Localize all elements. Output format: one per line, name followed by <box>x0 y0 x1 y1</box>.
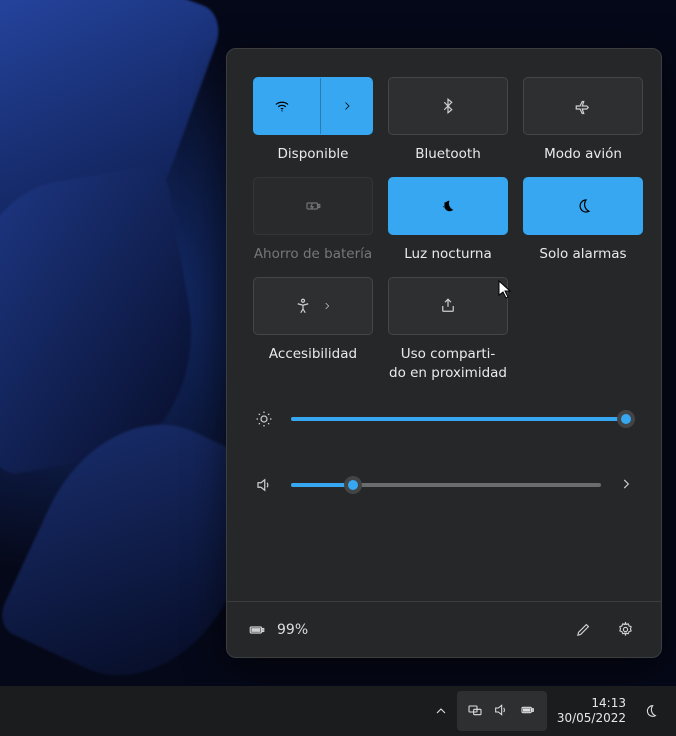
bluetooth-label: Bluetooth <box>415 145 481 163</box>
quick-settings-grid: Disponible Bluetooth Modo avión <box>227 49 661 392</box>
wifi-tile[interactable] <box>253 77 373 135</box>
accessibility-tile[interactable] <box>253 277 373 335</box>
airplane-label: Modo avión <box>544 145 622 163</box>
moon-icon <box>574 197 592 215</box>
tray-overflow-button[interactable] <box>427 691 455 731</box>
nearby-share-label: Uso comparti- do en proximidad <box>389 345 507 381</box>
battery-saver-label: Ahorro de batería <box>254 245 372 263</box>
taskbar-date: 30/05/2022 <box>557 711 626 726</box>
accessibility-icon <box>294 297 312 315</box>
chevron-right-icon[interactable] <box>341 97 353 115</box>
system-tray: 14:13 30/05/2022 <box>427 691 664 731</box>
chevron-right-icon[interactable] <box>322 297 332 315</box>
volume-tray-icon <box>493 702 509 721</box>
battery-saver-icon <box>304 197 322 215</box>
tray-status-group[interactable] <box>457 691 547 731</box>
battery-saver-tile <box>253 177 373 235</box>
airplane-tile[interactable] <box>523 77 643 135</box>
share-icon <box>439 297 457 315</box>
bluetooth-icon <box>439 97 457 115</box>
night-light-icon <box>439 197 457 215</box>
bluetooth-tile[interactable] <box>388 77 508 135</box>
battery-icon <box>247 621 267 639</box>
brightness-thumb[interactable] <box>617 410 635 428</box>
panel-footer: 99% <box>227 601 661 657</box>
volume-track[interactable] <box>291 483 601 487</box>
focus-assist-tile[interactable] <box>523 177 643 235</box>
focus-assist-label: Solo alarmas <box>539 245 626 263</box>
brightness-icon <box>255 410 273 428</box>
sliders-section <box>227 392 661 503</box>
night-light-tile[interactable] <box>388 177 508 235</box>
taskbar: 14:13 30/05/2022 <box>0 686 676 736</box>
notifications-button[interactable] <box>636 691 664 731</box>
battery-percent: 99% <box>277 622 308 638</box>
volume-slider[interactable] <box>255 476 633 495</box>
nearby-share-tile[interactable] <box>388 277 508 335</box>
taskbar-time: 14:13 <box>557 696 626 711</box>
network-icon <box>467 702 483 721</box>
wifi-label: Disponible <box>278 145 349 163</box>
airplane-icon <box>574 97 592 115</box>
settings-button[interactable] <box>609 614 641 646</box>
edit-button[interactable] <box>567 614 599 646</box>
brightness-track[interactable] <box>291 417 633 421</box>
night-light-label: Luz nocturna <box>404 245 491 263</box>
volume-expand-button[interactable] <box>619 476 633 495</box>
battery-tray-icon <box>519 702 537 721</box>
brightness-slider[interactable] <box>255 410 633 428</box>
accessibility-label: Accesibilidad <box>269 345 357 363</box>
speaker-icon <box>255 476 273 494</box>
taskbar-clock[interactable]: 14:13 30/05/2022 <box>549 696 634 726</box>
wifi-icon <box>273 97 291 115</box>
quick-settings-panel: Disponible Bluetooth Modo avión <box>226 48 662 658</box>
volume-thumb[interactable] <box>344 476 362 494</box>
